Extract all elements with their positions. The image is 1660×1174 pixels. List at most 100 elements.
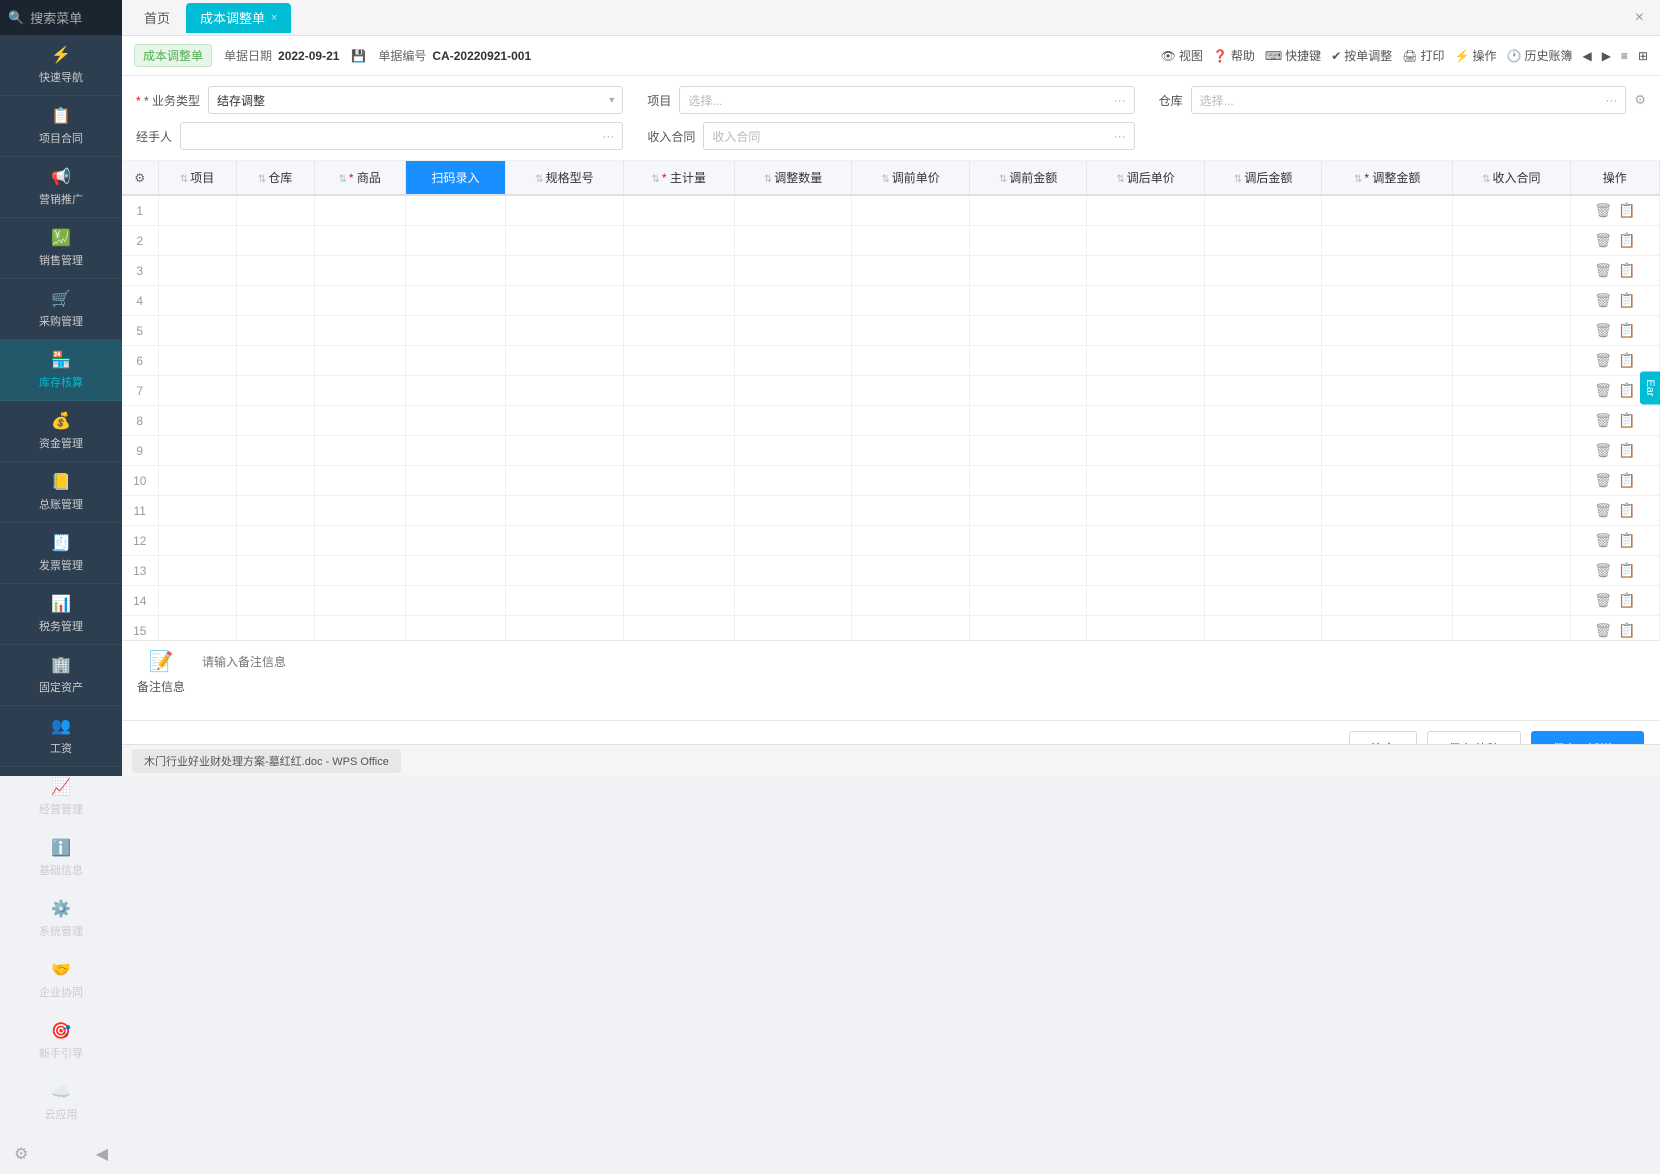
cell-8-7[interactable] <box>852 406 970 436</box>
cell-7-7[interactable] <box>852 376 970 406</box>
cell-2-12[interactable] <box>1453 226 1571 256</box>
cell-9-1[interactable] <box>236 436 314 466</box>
cell-1-5[interactable] <box>623 195 734 226</box>
cell-10-8[interactable] <box>969 466 1087 496</box>
cell-12-11[interactable] <box>1322 526 1453 556</box>
sidebar-item-cloud-apps[interactable]: ☁️云应用 <box>0 1072 122 1133</box>
cell-3-4[interactable] <box>506 256 624 286</box>
handler-input[interactable]: ··· <box>180 122 623 150</box>
cell-10-0[interactable] <box>158 466 236 496</box>
cell-6-4[interactable] <box>506 346 624 376</box>
cell-13-8[interactable] <box>969 556 1087 586</box>
cell-8-0[interactable] <box>158 406 236 436</box>
cell-10-6[interactable] <box>734 466 852 496</box>
sidebar-item-sales-promo[interactable]: 📢营销推广 <box>0 157 122 218</box>
cell-15-4[interactable] <box>506 616 624 641</box>
cell-3-5[interactable] <box>623 256 734 286</box>
right-edge-tab[interactable]: Ear <box>1640 371 1660 404</box>
cell-4-7[interactable] <box>852 286 970 316</box>
cell-6-7[interactable] <box>852 346 970 376</box>
project-sort-icon[interactable]: ⇅ <box>180 174 188 185</box>
prev_unit_price-sort-icon[interactable]: ⇅ <box>881 174 889 185</box>
cell-5-1[interactable] <box>236 316 314 346</box>
toolbar-audit[interactable]: ✔ 按单调整 <box>1331 47 1392 64</box>
prev_amount-sort-icon[interactable]: ⇅ <box>999 174 1007 185</box>
cell-1-2[interactable] <box>314 195 405 226</box>
toolbar-shortcut[interactable]: ⌨ 快捷键 <box>1265 47 1321 64</box>
sidebar-item-basic-info[interactable]: ℹ️基础信息 <box>0 828 122 889</box>
cell-6-6[interactable] <box>734 346 852 376</box>
delete-icon-1[interactable]: 🗑 <box>1594 202 1612 219</box>
cell-7-9[interactable] <box>1087 376 1205 406</box>
cell-4-10[interactable] <box>1204 286 1322 316</box>
cell-4-6[interactable] <box>734 286 852 316</box>
toolbar-layout2[interactable]: ⊞ <box>1638 49 1648 63</box>
cell-1-3[interactable] <box>405 195 505 226</box>
cell-14-1[interactable] <box>236 586 314 616</box>
cell-14-9[interactable] <box>1087 586 1205 616</box>
toolbar-nav-next[interactable]: ▶ <box>1602 49 1611 63</box>
cell-8-3[interactable] <box>405 406 505 436</box>
window-close-button[interactable]: × <box>1627 9 1652 27</box>
cell-9-0[interactable] <box>158 436 236 466</box>
cell-15-0[interactable] <box>158 616 236 641</box>
copy-icon-6[interactable]: 📋 <box>1618 352 1635 369</box>
cell-9-7[interactable] <box>852 436 970 466</box>
cell-4-1[interactable] <box>236 286 314 316</box>
cell-5-2[interactable] <box>314 316 405 346</box>
cell-8-2[interactable] <box>314 406 405 436</box>
cell-3-3[interactable] <box>405 256 505 286</box>
cell-12-0[interactable] <box>158 526 236 556</box>
cell-4-8[interactable] <box>969 286 1087 316</box>
cell-4-3[interactable] <box>405 286 505 316</box>
cell-15-7[interactable] <box>852 616 970 641</box>
cell-14-10[interactable] <box>1204 586 1322 616</box>
cell-11-12[interactable] <box>1453 496 1571 526</box>
toolbar-nav-prev[interactable]: ◀ <box>1582 49 1591 63</box>
cell-10-11[interactable] <box>1322 466 1453 496</box>
cell-2-3[interactable] <box>405 226 505 256</box>
cell-7-11[interactable] <box>1322 376 1453 406</box>
table-settings-icon[interactable]: ⚙ <box>134 171 145 185</box>
cell-1-1[interactable] <box>236 195 314 226</box>
cell-15-1[interactable] <box>236 616 314 641</box>
delete-icon-11[interactable]: 🗑 <box>1594 502 1612 519</box>
cell-14-5[interactable] <box>623 586 734 616</box>
adj_amount-sort-icon[interactable]: ⇅ <box>1354 174 1362 185</box>
cell-5-5[interactable] <box>623 316 734 346</box>
cell-7-3[interactable] <box>405 376 505 406</box>
cell-13-4[interactable] <box>506 556 624 586</box>
goods-sort-icon[interactable]: ⇅ <box>338 174 346 185</box>
cell-5-4[interactable] <box>506 316 624 346</box>
cell-6-11[interactable] <box>1322 346 1453 376</box>
cell-9-10[interactable] <box>1204 436 1322 466</box>
taskbar-item[interactable]: 木门行业好业财处理方案-墓红红.doc - WPS Office <box>132 749 401 773</box>
delete-icon-13[interactable]: 🗑 <box>1594 562 1612 579</box>
cell-6-1[interactable] <box>236 346 314 376</box>
delete-icon-4[interactable]: 🗑 <box>1594 292 1612 309</box>
cell-8-11[interactable] <box>1322 406 1453 436</box>
cell-1-12[interactable] <box>1453 195 1571 226</box>
cell-11-8[interactable] <box>969 496 1087 526</box>
sidebar-item-tax-mgmt[interactable]: 📊税务管理 <box>0 584 122 645</box>
cell-1-6[interactable] <box>734 195 852 226</box>
warehouse-settings-icon[interactable]: ⚙ <box>1634 92 1646 108</box>
cell-13-12[interactable] <box>1453 556 1571 586</box>
cell-11-11[interactable] <box>1322 496 1453 526</box>
cell-8-5[interactable] <box>623 406 734 436</box>
cell-9-12[interactable] <box>1453 436 1571 466</box>
cell-1-11[interactable] <box>1322 195 1453 226</box>
copy-icon-13[interactable]: 📋 <box>1618 562 1635 579</box>
cell-8-9[interactable] <box>1087 406 1205 436</box>
cell-15-2[interactable] <box>314 616 405 641</box>
cell-2-6[interactable] <box>734 226 852 256</box>
cell-15-5[interactable] <box>623 616 734 641</box>
cell-7-0[interactable] <box>158 376 236 406</box>
cell-6-0[interactable] <box>158 346 236 376</box>
cell-8-12[interactable] <box>1453 406 1571 436</box>
cell-3-2[interactable] <box>314 256 405 286</box>
cell-1-7[interactable] <box>852 195 970 226</box>
toolbar-print[interactable]: 🖨 打印 <box>1402 47 1444 64</box>
cell-9-8[interactable] <box>969 436 1087 466</box>
cell-13-6[interactable] <box>734 556 852 586</box>
